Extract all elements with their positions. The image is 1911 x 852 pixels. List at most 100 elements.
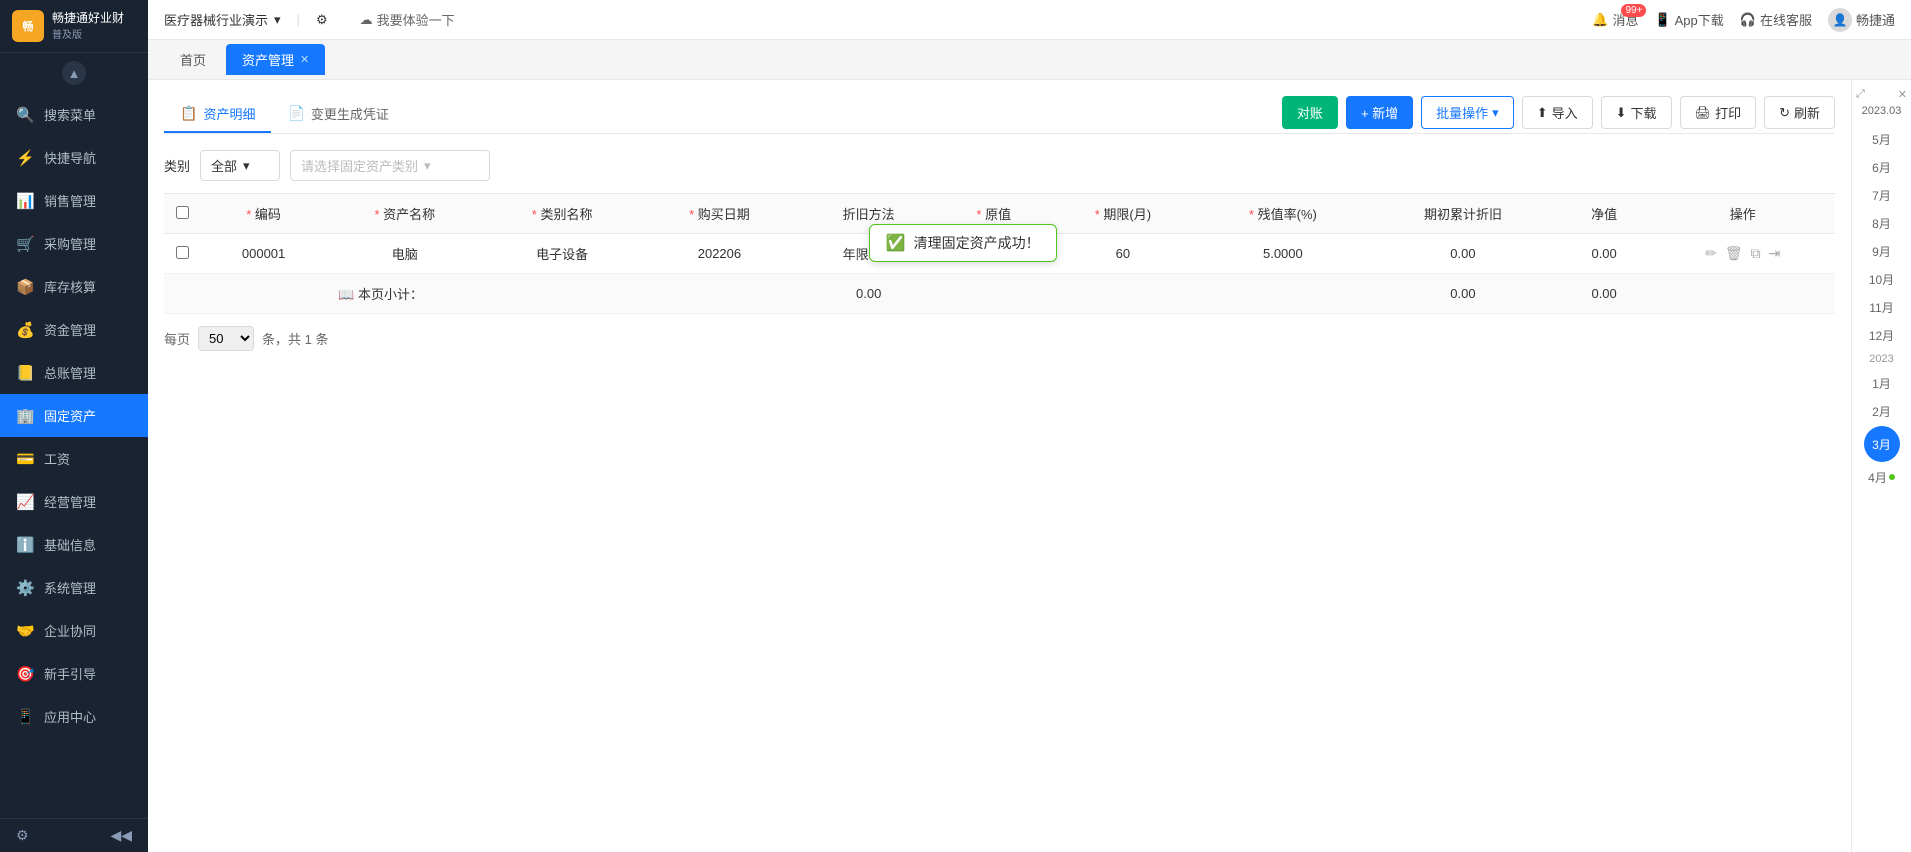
collapse-icon[interactable]: ◀◀ [110,827,132,844]
cell-purchase-date: 202206 [641,234,798,274]
timeline-month-7[interactable]: 7月 [1860,182,1904,208]
topbar-right: 🔔 消息 99+ 📱 App下载 🎧 在线客服 👤 畅捷通 [1592,8,1895,32]
online-service-btn[interactable]: 🎧 在线客服 [1740,10,1812,29]
import-icon: ⬆ [1537,105,1548,121]
col-period: * 期限(月) [1048,194,1197,234]
per-page-select[interactable]: 50 100 200 [198,326,254,351]
sidebar-item-ledger[interactable]: 📒 总账管理 [0,351,148,394]
select-all-checkbox[interactable] [176,206,189,219]
logo-text: 畅捷通好业财 [52,11,124,27]
sidebar-item-finance[interactable]: 💰 资金管理 [0,308,148,351]
import-btn[interactable]: ⬆ 导入 [1522,96,1593,129]
bell-icon: 🔔 [1592,12,1608,28]
timeline-month-10[interactable]: 10月 [1860,266,1904,292]
experience-btn[interactable]: ☁ 我要体验一下 [360,10,455,29]
col-code: * 编码 [201,194,326,234]
reconcile-btn[interactable]: 对账 [1282,96,1338,129]
timeline-month-2023-1[interactable]: 1月 [1860,370,1904,396]
batch-btn[interactable]: 批量操作 ▾ [1421,96,1514,129]
timeline-month-6[interactable]: 6月 [1860,154,1904,180]
timeline-month-5[interactable]: 5月 [1860,126,1904,152]
timeline-month-11[interactable]: 11月 [1860,294,1904,320]
sidebar-item-purchase[interactable]: 🛒 采购管理 [0,222,148,265]
timeline-month-2023-2[interactable]: 2月 [1860,398,1904,424]
topbar: 医疗器械行业演示 ▾ | ⚙ ☁ 我要体验一下 🔔 消息 99+ 📱 App下载… [148,0,1911,40]
row-checkbox[interactable] [176,246,189,259]
tab-home[interactable]: 首页 [164,44,222,75]
doc-icon: 📄 [287,105,304,122]
purchase-icon: 🛒 [16,235,34,253]
col-net-value: 净值 [1558,194,1651,234]
user-profile[interactable]: 👤 畅捷通 [1828,8,1895,32]
cell-actions: ✏ 🗑 ⧉ ⇥ [1651,234,1835,274]
delete-icon[interactable]: 🗑 [1725,245,1743,262]
timeline-close-icon[interactable]: ✕ [1898,88,1907,101]
settings-gear[interactable]: ⚙ [316,12,328,28]
ledger-icon: 📒 [16,364,34,382]
sidebar-item-guide[interactable]: 🎯 新手引导 [0,652,148,695]
cell-residual-rate: 5.0000 [1198,234,1369,274]
sidebar-item-sales[interactable]: 📊 销售管理 [0,179,148,222]
fixed-assets-icon: 🏢 [16,407,34,425]
new-btn[interactable]: + 新增 [1346,96,1413,129]
sidebar-item-enterprise[interactable]: 🤝 企业协同 [0,609,148,652]
edit-icon[interactable]: ✏ [1705,245,1717,262]
sidebar-item-quick-nav[interactable]: ⚡ 快捷导航 [0,136,148,179]
col-category: * 类别名称 [483,194,640,234]
app-center-icon: 📱 [16,708,34,726]
sidebar-item-system[interactable]: ⚙️ 系统管理 [0,566,148,609]
refresh-icon: ↻ [1779,105,1790,121]
batch-dropdown-icon: ▾ [1492,105,1499,121]
sidebar-scroll-up[interactable]: ▲ [62,61,86,85]
app-download-btn[interactable]: 📱 App下载 [1654,10,1723,29]
sidebar-item-basic-info[interactable]: ℹ️ 基础信息 [0,523,148,566]
guide-icon: 🎯 [16,665,34,683]
col-purchase-date: * 购买日期 [641,194,798,234]
company-selector[interactable]: 医疗器械行业演示 ▾ [164,10,281,29]
tab-close-icon[interactable]: ✕ [300,53,309,66]
sidebar-item-search[interactable]: 🔍 搜索菜单 [0,93,148,136]
category-filter-all[interactable]: 全部 ▾ [200,150,280,181]
pagination: 每页 50 100 200 条，共 1 条 [164,314,1835,363]
timeline-month-2023-4[interactable]: 4月 [1860,464,1904,490]
download-btn[interactable]: ⬇ 下载 [1601,96,1672,129]
sidebar: 畅 畅捷通好业财 普及版 ▲ 🔍 搜索菜单 ⚡ 快捷导航 📊 销售管理 🛒 采购… [0,0,148,852]
settings-icon[interactable]: ⚙ [16,827,29,844]
cloud-icon: ☁ [360,12,373,28]
col-residual-rate: * 残值率(%) [1198,194,1369,234]
phone-icon: 📱 [1654,12,1670,28]
subtotal-original: 0.00 [798,274,939,314]
cell-net-value: 0.00 [1558,234,1651,274]
content-area: 📋 资产明细 📄 变更生成凭证 对账 + 新增 批量操作 [148,80,1911,852]
timeline-month-2023-3[interactable]: 3月 [1864,426,1900,462]
sidebar-item-fixed-assets[interactable]: 🏢 固定资产 [0,394,148,437]
more-icon[interactable]: ⇥ [1769,245,1781,262]
print-btn[interactable]: 🖨 打印 [1680,96,1757,129]
gear-icon: ⚙ [316,12,328,28]
sidebar-item-app-center[interactable]: 📱 应用中心 [0,695,148,738]
cell-depreciation-method: 年限平均 ✅ 清理固定资产成功！ [798,234,939,274]
notification-badge: 99+ [1621,4,1646,17]
sidebar-item-operations[interactable]: 📈 经营管理 [0,480,148,523]
logo-edition: 普及版 [52,26,124,41]
subtotal-book-icon: 📖 [338,287,354,302]
sub-tab-voucher[interactable]: 📄 变更生成凭证 [271,96,404,133]
tab-asset-management[interactable]: 资产管理 ✕ [226,44,325,75]
timeline-month-9[interactable]: 9月 [1860,238,1904,264]
operations-icon: 📈 [16,493,34,511]
col-initial-depreciation: 期初累计折旧 [1368,194,1557,234]
timeline-year-header: 2023.03 [1862,105,1902,117]
sub-tabs: 📋 资产明细 📄 变更生成凭证 对账 + 新增 批量操作 [164,96,1835,134]
timeline-month-8[interactable]: 8月 [1860,210,1904,236]
sub-tab-asset-detail[interactable]: 📋 资产明细 [164,96,271,133]
notification-btn[interactable]: 🔔 消息 99+ [1592,10,1638,29]
cell-code: 000001 [201,234,326,274]
category-filter-select[interactable]: 请选择固定资产类别 ▾ [290,150,490,181]
copy-icon[interactable]: ⧉ [1751,245,1761,262]
refresh-btn[interactable]: ↻ 刷新 [1764,96,1835,129]
sidebar-item-salary[interactable]: 💳 工资 [0,437,148,480]
sidebar-item-inventory[interactable]: 📦 库存核算 [0,265,148,308]
timeline-expand-icon[interactable]: ⤢ [1856,88,1865,101]
company-dropdown-icon: ▾ [274,12,281,28]
timeline-month-12[interactable]: 12月 [1860,322,1904,348]
